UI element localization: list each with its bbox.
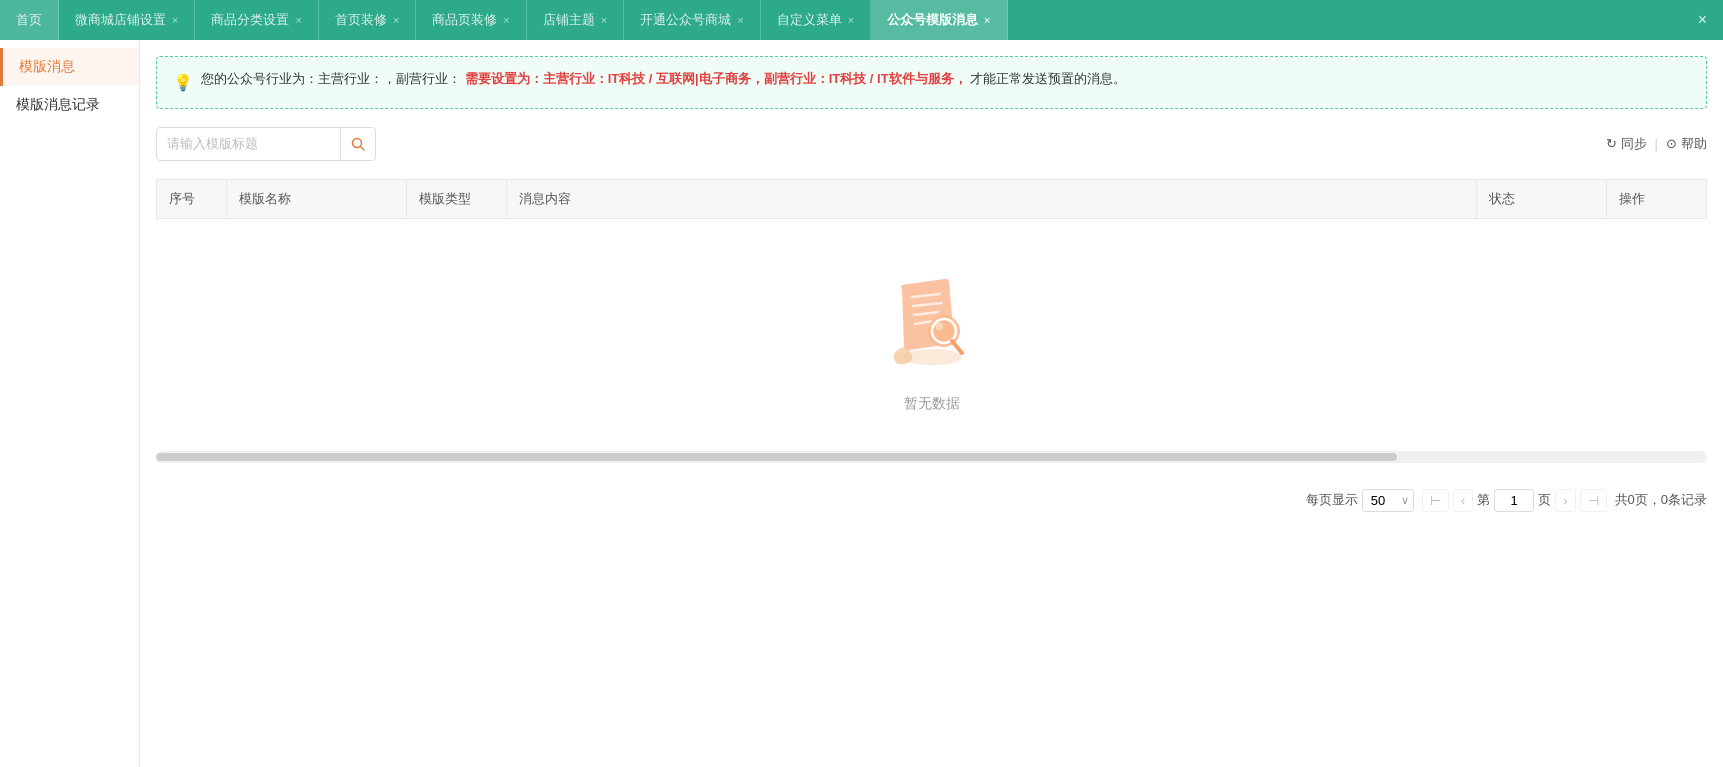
page-label: 页: [1538, 491, 1551, 509]
pagination: 每页显示 10 20 50 100 ⊢ ‹ 第 页 › ⊣: [156, 481, 1707, 520]
col-name: 模版名称: [227, 179, 407, 218]
page-first-button[interactable]: ⊢: [1422, 489, 1449, 512]
help-icon: ⊙: [1666, 136, 1677, 151]
tab-template-msg[interactable]: 公众号模版消息 ×: [871, 0, 1007, 40]
notice-icon: 💡: [173, 70, 193, 96]
tab-product-decor-close[interactable]: ×: [503, 14, 509, 26]
page-navigation: ⊢ ‹ 第 页 › ⊣: [1422, 489, 1607, 512]
tab-home-decor-label: 首页装修: [335, 11, 387, 29]
page-next-button[interactable]: ›: [1555, 489, 1575, 512]
sync-button[interactable]: ↻ 同步: [1606, 135, 1647, 153]
page-last-button[interactable]: ⊣: [1580, 489, 1607, 512]
sidebar-item-template-msg-record[interactable]: 模版消息记录: [0, 86, 139, 124]
page-size-label: 每页显示: [1306, 491, 1358, 509]
tab-custom-menu-label: 自定义菜单: [777, 11, 842, 29]
tab-shop-theme-label: 店铺主题: [543, 11, 595, 29]
help-button[interactable]: ⊙ 帮助: [1666, 135, 1707, 153]
col-content: 消息内容: [507, 179, 1477, 218]
tab-home-decor-close[interactable]: ×: [393, 14, 399, 26]
page-prev-button[interactable]: ‹: [1453, 489, 1473, 512]
sidebar-item-template-msg[interactable]: 模版消息: [0, 48, 139, 86]
empty-state: 暂无数据: [157, 219, 1707, 433]
tab-weishop-settings[interactable]: 微商城店铺设置 ×: [59, 0, 195, 40]
tab-product-decor[interactable]: 商品页装修 ×: [416, 0, 526, 40]
search-icon: [351, 137, 365, 151]
search-input[interactable]: [157, 130, 340, 157]
toolbar-right: ↻ 同步 | ⊙ 帮助: [1606, 135, 1707, 153]
page-size-wrapper: 10 20 50 100: [1362, 489, 1414, 512]
svg-point-10: [935, 322, 943, 330]
tab-open-wechat[interactable]: 开通公众号商城 ×: [624, 0, 760, 40]
tab-category-settings[interactable]: 商品分类设置 ×: [195, 0, 318, 40]
data-table: 序号 模版名称 模版类型 消息内容 状态 操作: [156, 179, 1707, 433]
tab-home-label: 首页: [16, 11, 42, 29]
tabbar-close-all[interactable]: ×: [1682, 0, 1723, 40]
toolbar: ↻ 同步 | ⊙ 帮助: [156, 123, 1707, 165]
tab-category-close[interactable]: ×: [295, 14, 301, 26]
notice-box: 💡 您的公众号行业为：主营行业：，副营行业： 需要设置为：主营行业：IT科技 /…: [156, 56, 1707, 109]
total-label: 共0页，0条记录: [1615, 491, 1707, 509]
page-size-select[interactable]: 10 20 50 100: [1362, 489, 1414, 512]
tab-open-wechat-label: 开通公众号商城: [640, 11, 731, 29]
tab-template-msg-close[interactable]: ×: [984, 14, 990, 26]
toolbar-divider: |: [1655, 136, 1658, 151]
tab-home[interactable]: 首页: [0, 0, 59, 40]
tab-custom-menu-close[interactable]: ×: [848, 14, 854, 26]
tab-shop-theme-close[interactable]: ×: [601, 14, 607, 26]
sidebar: 模版消息 模版消息记录: [0, 40, 140, 767]
main-layout: 模版消息 模版消息记录 💡 您的公众号行业为：主营行业：，副营行业： 需要设置为…: [0, 40, 1723, 767]
tab-shop-theme[interactable]: 店铺主题 ×: [527, 0, 624, 40]
search-button[interactable]: [340, 128, 375, 160]
page-size-section: 每页显示 10 20 50 100: [1306, 489, 1414, 512]
page-prefix-label: 第: [1477, 491, 1490, 509]
col-status: 状态: [1477, 179, 1607, 218]
horizontal-scrollbar[interactable]: [156, 451, 1707, 463]
svg-line-1: [361, 146, 365, 150]
tab-bar: 首页 微商城店铺设置 × 商品分类设置 × 首页装修 × 商品页装修 × 店铺主…: [0, 0, 1723, 40]
tab-open-wechat-close[interactable]: ×: [737, 14, 743, 26]
content-area: 💡 您的公众号行业为：主营行业：，副营行业： 需要设置为：主营行业：IT科技 /…: [140, 40, 1723, 767]
tab-template-msg-label: 公众号模版消息: [887, 11, 978, 29]
search-box: [156, 127, 376, 161]
scrollbar-thumb[interactable]: [156, 453, 1397, 461]
col-action: 操作: [1607, 179, 1707, 218]
col-type: 模版类型: [407, 179, 507, 218]
tab-home-decor[interactable]: 首页装修 ×: [319, 0, 416, 40]
tab-category-label: 商品分类设置: [211, 11, 289, 29]
col-index: 序号: [157, 179, 227, 218]
empty-text: 暂无数据: [904, 395, 960, 413]
empty-illustration: [872, 259, 992, 379]
tab-custom-menu[interactable]: 自定义菜单 ×: [761, 0, 871, 40]
page-number-input[interactable]: [1494, 489, 1534, 512]
sync-icon: ↻: [1606, 136, 1617, 151]
svg-line-9: [952, 341, 962, 353]
tab-weishop-close[interactable]: ×: [172, 14, 178, 26]
table-header-row: 序号 模版名称 模版类型 消息内容 状态 操作: [157, 179, 1707, 218]
notice-text: 您的公众号行业为：主营行业：，副营行业： 需要设置为：主营行业：IT科技 / 互…: [201, 69, 1126, 90]
empty-row: 暂无数据: [157, 218, 1707, 433]
tab-product-decor-label: 商品页装修: [432, 11, 497, 29]
tab-weishop-label: 微商城店铺设置: [75, 11, 166, 29]
